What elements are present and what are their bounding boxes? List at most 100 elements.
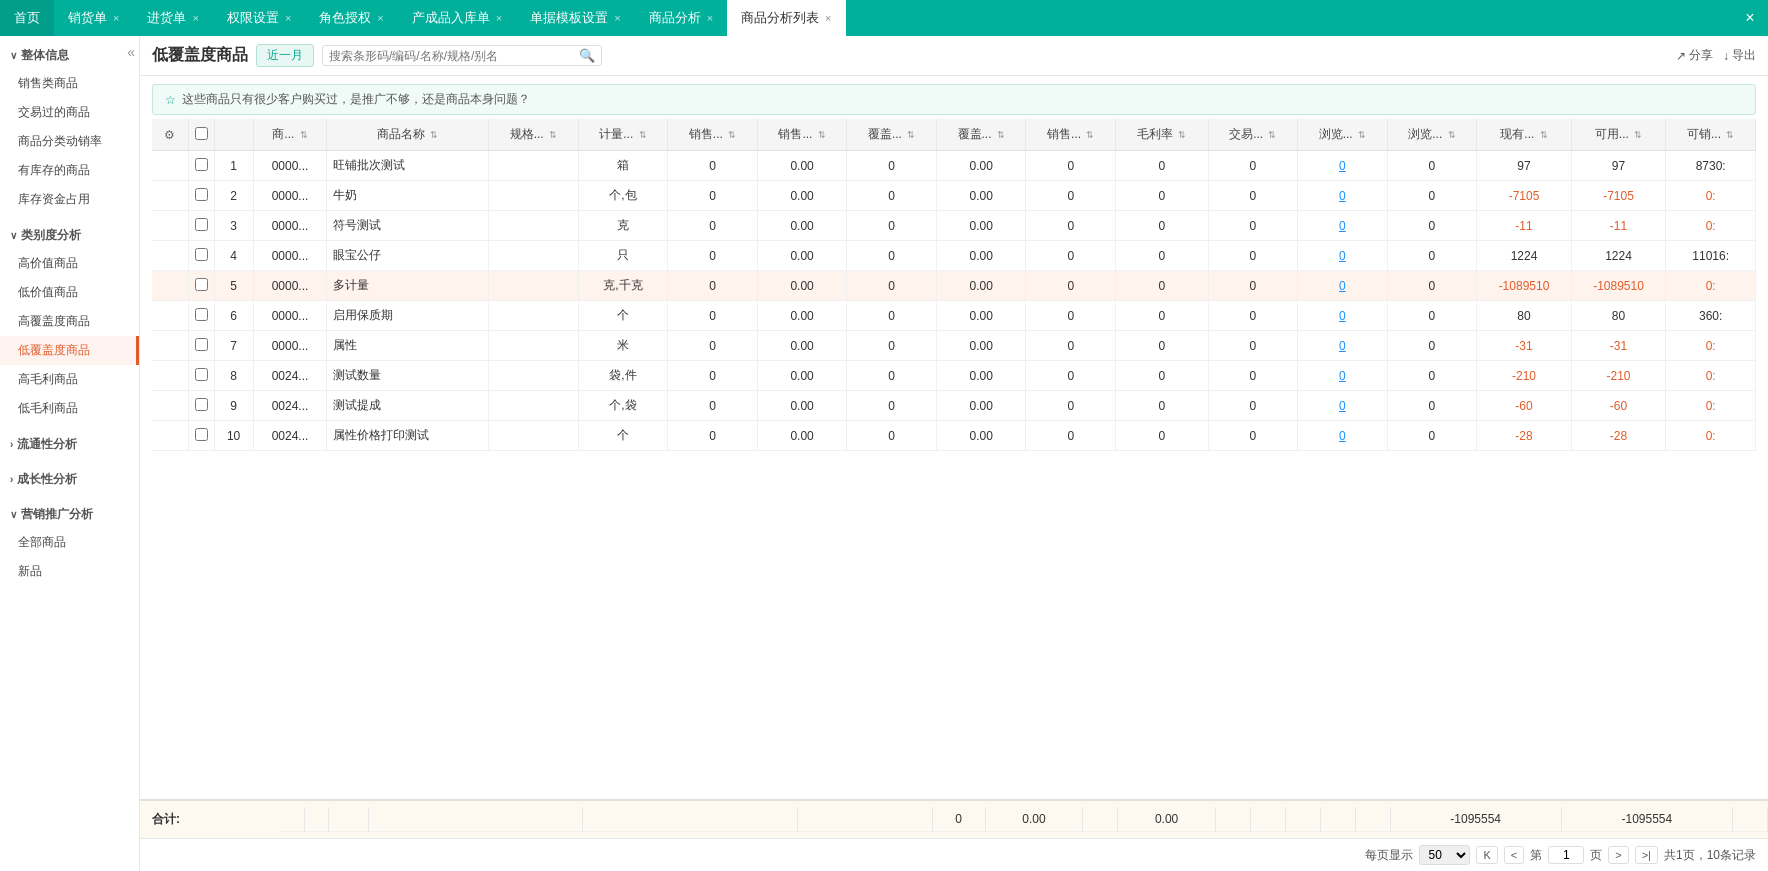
row-checkbox-cell[interactable] <box>188 391 214 421</box>
row-browse-a[interactable]: 0 <box>1298 241 1388 271</box>
per-page-select[interactable]: 50 20 100 200 <box>1419 845 1470 865</box>
col-browse-b[interactable]: 浏览... ⇅ <box>1387 119 1477 151</box>
sidebar-item-low-margin[interactable]: 低毛利商品 <box>0 394 139 423</box>
page-number-input[interactable] <box>1548 846 1584 864</box>
table-container[interactable]: ⚙ 商... ⇅ 商品名称 ⇅ <box>152 119 1756 799</box>
row-browse-a[interactable]: 0 <box>1298 361 1388 391</box>
row-checkbox-cell[interactable] <box>188 331 214 361</box>
row-checkbox[interactable] <box>195 158 208 171</box>
row-checkbox-cell[interactable] <box>188 301 214 331</box>
sidebar-item-low-value[interactable]: 低价值商品 <box>0 278 139 307</box>
row-checkbox[interactable] <box>195 398 208 411</box>
row-browse-a[interactable]: 0 <box>1298 151 1388 181</box>
col-code[interactable]: 商... ⇅ <box>253 119 327 151</box>
col-name[interactable]: 商品名称 ⇅ <box>327 119 489 151</box>
row-checkbox-cell[interactable] <box>188 211 214 241</box>
nav-sales-close[interactable]: × <box>113 12 119 24</box>
search-input[interactable] <box>329 49 579 63</box>
row-checkbox[interactable] <box>195 188 208 201</box>
nav-products-close[interactable]: × <box>496 12 502 24</box>
sidebar-group-category[interactable]: ∨ 类别度分析 <box>0 222 139 249</box>
row-browse-a[interactable]: 0 <box>1298 421 1388 451</box>
row-checkbox-cell[interactable] <box>188 181 214 211</box>
sidebar-item-traded-goods[interactable]: 交易过的商品 <box>0 98 139 127</box>
nav-templates-close[interactable]: × <box>614 12 620 24</box>
prev-page-button[interactable]: < <box>1504 846 1524 864</box>
col-spec[interactable]: 规格... ⇅ <box>489 119 579 151</box>
select-all-checkbox[interactable] <box>195 127 208 140</box>
sidebar-group-overall[interactable]: ∨ 整体信息 <box>0 42 139 69</box>
first-page-button[interactable]: K <box>1476 846 1497 864</box>
nav-permissions[interactable]: 权限设置 × <box>213 0 305 36</box>
col-settings[interactable]: ⚙ <box>152 119 188 151</box>
row-checkbox[interactable] <box>195 278 208 291</box>
col-stock-a[interactable]: 现有... ⇅ <box>1477 119 1572 151</box>
row-checkbox[interactable] <box>195 248 208 261</box>
sidebar-item-all-goods[interactable]: 全部商品 <box>0 528 139 557</box>
nav-roles-close[interactable]: × <box>377 12 383 24</box>
row-browse-a[interactable]: 0 <box>1298 271 1388 301</box>
row-browse-a[interactable]: 0 <box>1298 331 1388 361</box>
export-button[interactable]: ↓ 导出 <box>1723 47 1756 64</box>
row-browse-a[interactable]: 0 <box>1298 211 1388 241</box>
row-checkbox-cell[interactable] <box>188 241 214 271</box>
row-browse-a[interactable]: 0 <box>1298 391 1388 421</box>
sidebar-item-sales-goods[interactable]: 销售类商品 <box>0 69 139 98</box>
nav-templates[interactable]: 单据模板设置 × <box>516 0 634 36</box>
sidebar-collapse-button[interactable]: « <box>127 44 135 60</box>
col-trade[interactable]: 交易... ⇅ <box>1208 119 1298 151</box>
sidebar-item-low-coverage[interactable]: 低覆盖度商品 <box>0 336 139 365</box>
col-sales-qty[interactable]: 销售... ⇅ <box>668 119 758 151</box>
sidebar-item-category-rate[interactable]: 商品分类动销率 <box>0 127 139 156</box>
row-checkbox-cell[interactable] <box>188 421 214 451</box>
row-checkbox[interactable] <box>195 338 208 351</box>
sidebar-group-flow[interactable]: › 流通性分析 <box>0 431 139 458</box>
sidebar-item-stock-goods[interactable]: 有库存的商品 <box>0 156 139 185</box>
row-checkbox-cell[interactable] <box>188 361 214 391</box>
col-stock-b[interactable]: 可用... ⇅ <box>1571 119 1666 151</box>
row-checkbox[interactable] <box>195 428 208 441</box>
nav-sales[interactable]: 销货单 × <box>54 0 133 36</box>
last-page-button[interactable]: >| <box>1635 846 1658 864</box>
col-unit[interactable]: 计量... ⇅ <box>578 119 668 151</box>
sidebar-item-new-goods[interactable]: 新品 <box>0 557 139 586</box>
row-browse-b: 0 <box>1387 241 1477 271</box>
row-code: 0000... <box>253 211 327 241</box>
row-checkbox-cell[interactable] <box>188 271 214 301</box>
col-gross[interactable]: 毛利率 ⇅ <box>1116 119 1209 151</box>
nav-analysis[interactable]: 商品分析 × <box>635 0 727 36</box>
nav-analysis-list-close[interactable]: × <box>825 12 831 24</box>
share-button[interactable]: ↗ 分享 <box>1676 47 1713 64</box>
sidebar-item-high-value[interactable]: 高价值商品 <box>0 249 139 278</box>
sidebar-item-high-margin[interactable]: 高毛利商品 <box>0 365 139 394</box>
col-cover-b[interactable]: 覆盖... ⇅ <box>936 119 1026 151</box>
window-close-button[interactable]: × <box>1732 0 1768 36</box>
time-filter-button[interactable]: 近一月 <box>256 44 314 67</box>
sidebar-item-stock-capital[interactable]: 库存资金占用 <box>0 185 139 214</box>
col-sales-amt[interactable]: 销售... ⇅ <box>757 119 847 151</box>
row-checkbox[interactable] <box>195 368 208 381</box>
col-check[interactable] <box>188 119 214 151</box>
nav-analysis-list[interactable]: 商品分析列表 × <box>727 0 845 36</box>
sidebar-group-growth[interactable]: › 成长性分析 <box>0 466 139 493</box>
sidebar-item-high-coverage[interactable]: 高覆盖度商品 <box>0 307 139 336</box>
col-browse-a[interactable]: 浏览... ⇅ <box>1298 119 1388 151</box>
nav-products[interactable]: 产成品入库单 × <box>398 0 516 36</box>
nav-analysis-close[interactable]: × <box>707 12 713 24</box>
col-stock-c[interactable]: 可销... ⇅ <box>1666 119 1756 151</box>
col-sales-c[interactable]: 销售... ⇅ <box>1026 119 1116 151</box>
sidebar-group-marketing[interactable]: ∨ 营销推广分析 <box>0 501 139 528</box>
row-checkbox[interactable] <box>195 218 208 231</box>
row-browse-a[interactable]: 0 <box>1298 301 1388 331</box>
nav-roles[interactable]: 角色授权 × <box>305 0 397 36</box>
nav-purchase-close[interactable]: × <box>192 12 198 24</box>
row-browse-a[interactable]: 0 <box>1298 181 1388 211</box>
next-page-button[interactable]: > <box>1608 846 1628 864</box>
col-cover-a[interactable]: 覆盖... ⇅ <box>847 119 937 151</box>
nav-permissions-close[interactable]: × <box>285 12 291 24</box>
row-checkbox-cell[interactable] <box>188 151 214 181</box>
nav-home[interactable]: 首页 <box>0 0 54 36</box>
settings-icon[interactable]: ⚙ <box>164 128 175 142</box>
nav-purchase[interactable]: 进货单 × <box>133 0 212 36</box>
row-checkbox[interactable] <box>195 308 208 321</box>
